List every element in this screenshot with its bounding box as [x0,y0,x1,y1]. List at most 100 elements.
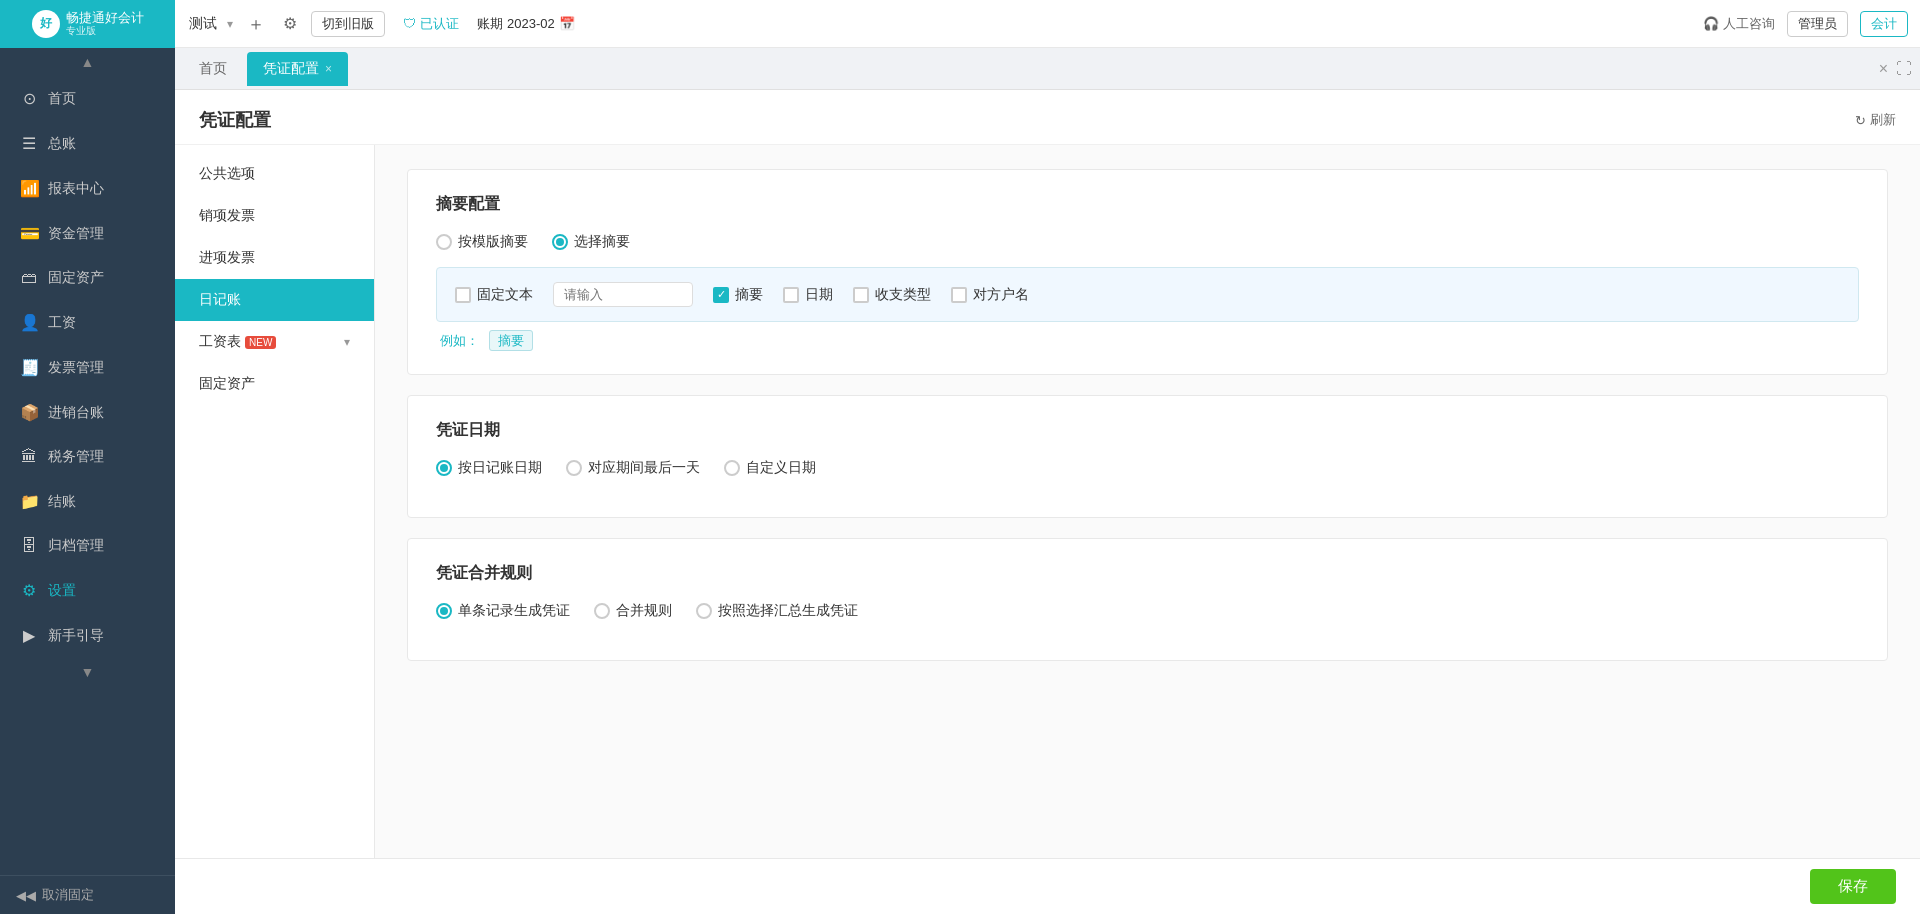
checkbox-fixed-text[interactable]: 固定文本 [455,286,533,304]
period-info: 账期 2023-02 📅 [477,15,575,33]
sidebar-item-settings[interactable]: ⚙ 设置 [0,568,175,613]
sidebar-item-closing[interactable]: 📁 结账 [0,479,175,524]
header-right: 🎧 人工咨询 管理员 会计 [1703,11,1908,37]
switch-old-version-button[interactable]: 切到旧版 [311,11,385,37]
archive-icon: 🗄 [20,537,38,555]
merge-rules-circle[interactable] [594,603,610,619]
nav-item-fixed-assets[interactable]: 固定资产 [175,363,374,405]
page-title: 凭证配置 [199,108,271,132]
income-type-checkbox[interactable] [853,287,869,303]
tab-voucher-config[interactable]: 凭证配置 × [247,52,348,86]
nav-item-journal[interactable]: 日记账 [175,279,374,321]
summary-checkbox[interactable] [713,287,729,303]
calendar-icon[interactable]: 📅 [559,16,575,31]
sidebar-item-purchase[interactable]: 📦 进销台账 [0,390,175,435]
sidebar-item-invoice[interactable]: 🧾 发票管理 [0,345,175,390]
save-button[interactable]: 保存 [1810,869,1896,904]
content-area: 首页 凭证配置 × × ⛶ 凭证配置 ↻ 刷新 [175,48,1920,914]
sidebar-scroll-up[interactable]: ▲ [0,48,175,76]
sidebar-item-capital[interactable]: 💳 资金管理 [0,211,175,256]
nav-item-purchase-inv[interactable]: 进项发票 [175,237,374,279]
consult-button[interactable]: 🎧 人工咨询 [1703,15,1775,33]
admin-button[interactable]: 管理员 [1787,11,1848,37]
date-period-circle[interactable] [566,460,582,476]
merge-single-circle[interactable] [436,603,452,619]
merge-aggregate-circle[interactable] [696,603,712,619]
main-layout: ▲ ⊙ 首页 ☰ 总账 📶 报表中心 💳 资金管理 🗃 固定资产 👤 工资 🧾 … [0,48,1920,914]
shield-icon: 🛡 [403,16,416,31]
tab-close-icon[interactable]: × [325,62,332,76]
checkbox-income-type[interactable]: 收支类型 [853,286,931,304]
date-journal-circle[interactable] [436,460,452,476]
unpin-icon: ◀◀ [16,888,36,903]
dropdown-arrow-icon[interactable]: ▾ [227,17,233,31]
company-name: 测试 [189,15,217,33]
home-icon: ⊙ [20,89,38,108]
sidebar-item-report[interactable]: 📶 报表中心 [0,166,175,211]
date-radio-journal[interactable]: 按日记账日期 [436,459,542,477]
settings-menu-icon: ⚙ [20,581,38,600]
summary-radio-select[interactable]: 选择摘要 [552,233,630,251]
checkbox-summary[interactable]: 摘要 [713,286,763,304]
summary-title: 摘要配置 [436,194,1859,215]
bottom-bar: 保存 [175,858,1920,914]
merge-radio-rules[interactable]: 合并规则 [594,602,672,620]
nav-item-salary-table[interactable]: 工资表 NEW ▾ [175,321,374,363]
verified-badge: 🛡 已认证 [403,15,459,33]
tab-home[interactable]: 首页 [183,52,243,86]
nav-item-sales[interactable]: 销项发票 [175,195,374,237]
sidebar: ▲ ⊙ 首页 ☰ 总账 📶 报表中心 💳 资金管理 🗃 固定资产 👤 工资 🧾 … [0,48,175,914]
radio-template-circle[interactable] [436,234,452,250]
refresh-icon: ↻ [1855,113,1866,128]
page-header: 凭证配置 ↻ 刷新 [175,90,1920,145]
cancel-fixed-button[interactable]: ◀◀ 取消固定 [0,875,175,914]
refresh-button[interactable]: ↻ 刷新 [1855,111,1896,129]
inner-layout: 公共选项 销项发票 进项发票 日记账 工资表 NEW ▾ [175,145,1920,858]
sidebar-item-assets[interactable]: 🗃 固定资产 [0,256,175,300]
date-custom-circle[interactable] [724,460,740,476]
closing-icon: 📁 [20,492,38,511]
headset-icon: 🎧 [1703,16,1719,31]
sidebar-item-tax[interactable]: 🏛 税务管理 [0,435,175,479]
counterparty-checkbox[interactable] [951,287,967,303]
sidebar-item-archive[interactable]: 🗄 归档管理 [0,524,175,568]
new-badge: NEW [245,336,276,349]
nav-item-public[interactable]: 公共选项 [175,153,374,195]
sidebar-scroll-down[interactable]: ▼ [0,658,175,686]
example-text: 例如： 摘要 [440,332,1859,350]
accountant-button[interactable]: 会计 [1860,11,1908,37]
fixed-text-input[interactable] [553,282,693,307]
merge-radio-single[interactable]: 单条记录生成凭证 [436,602,570,620]
sidebar-item-home[interactable]: ⊙ 首页 [0,76,175,121]
summary-radio-template[interactable]: 按模版摘要 [436,233,528,251]
date-checkbox[interactable] [783,287,799,303]
add-icon[interactable]: ＋ [247,12,265,36]
assets-icon: 🗃 [20,269,38,287]
tab-controls: × ⛶ [1879,60,1912,78]
settings-icon[interactable]: ⚙ [283,14,297,33]
date-radio-group: 按日记账日期 对应期间最后一天 自定义日期 [436,459,1859,477]
sidebar-item-salary[interactable]: 👤 工资 [0,300,175,345]
sidebar-item-ledger[interactable]: ☰ 总账 [0,121,175,166]
close-window-icon[interactable]: × [1879,60,1888,78]
merge-radio-aggregate[interactable]: 按照选择汇总生成凭证 [696,602,858,620]
radio-select-circle[interactable] [552,234,568,250]
logo-text: 畅捷通好会计 专业版 [66,10,144,38]
checkbox-counterparty[interactable]: 对方户名 [951,286,1029,304]
summary-radio-group: 按模版摘要 选择摘要 [436,233,1859,251]
fixed-text-checkbox[interactable] [455,287,471,303]
expand-arrow-icon: ▾ [344,335,350,349]
sidebar-item-guide[interactable]: ▶ 新手引导 [0,613,175,658]
logo-icon: 好 [32,10,60,38]
date-radio-custom[interactable]: 自定义日期 [724,459,816,477]
date-radio-period-last[interactable]: 对应期间最后一天 [566,459,700,477]
summary-checkbox-row: 固定文本 摘要 日期 [436,267,1859,322]
merge-radio-group: 单条记录生成凭证 合并规则 按照选择汇总生成凭证 [436,602,1859,620]
example-tag: 摘要 [489,330,533,351]
date-title: 凭证日期 [436,420,1859,441]
config-area: 摘要配置 按模版摘要 选择摘要 [375,145,1920,858]
fullscreen-icon[interactable]: ⛶ [1896,60,1912,78]
checkbox-date[interactable]: 日期 [783,286,833,304]
page-content: 凭证配置 ↻ 刷新 公共选项 销项发票 进项发票 [175,90,1920,914]
tax-icon: 🏛 [20,448,38,466]
